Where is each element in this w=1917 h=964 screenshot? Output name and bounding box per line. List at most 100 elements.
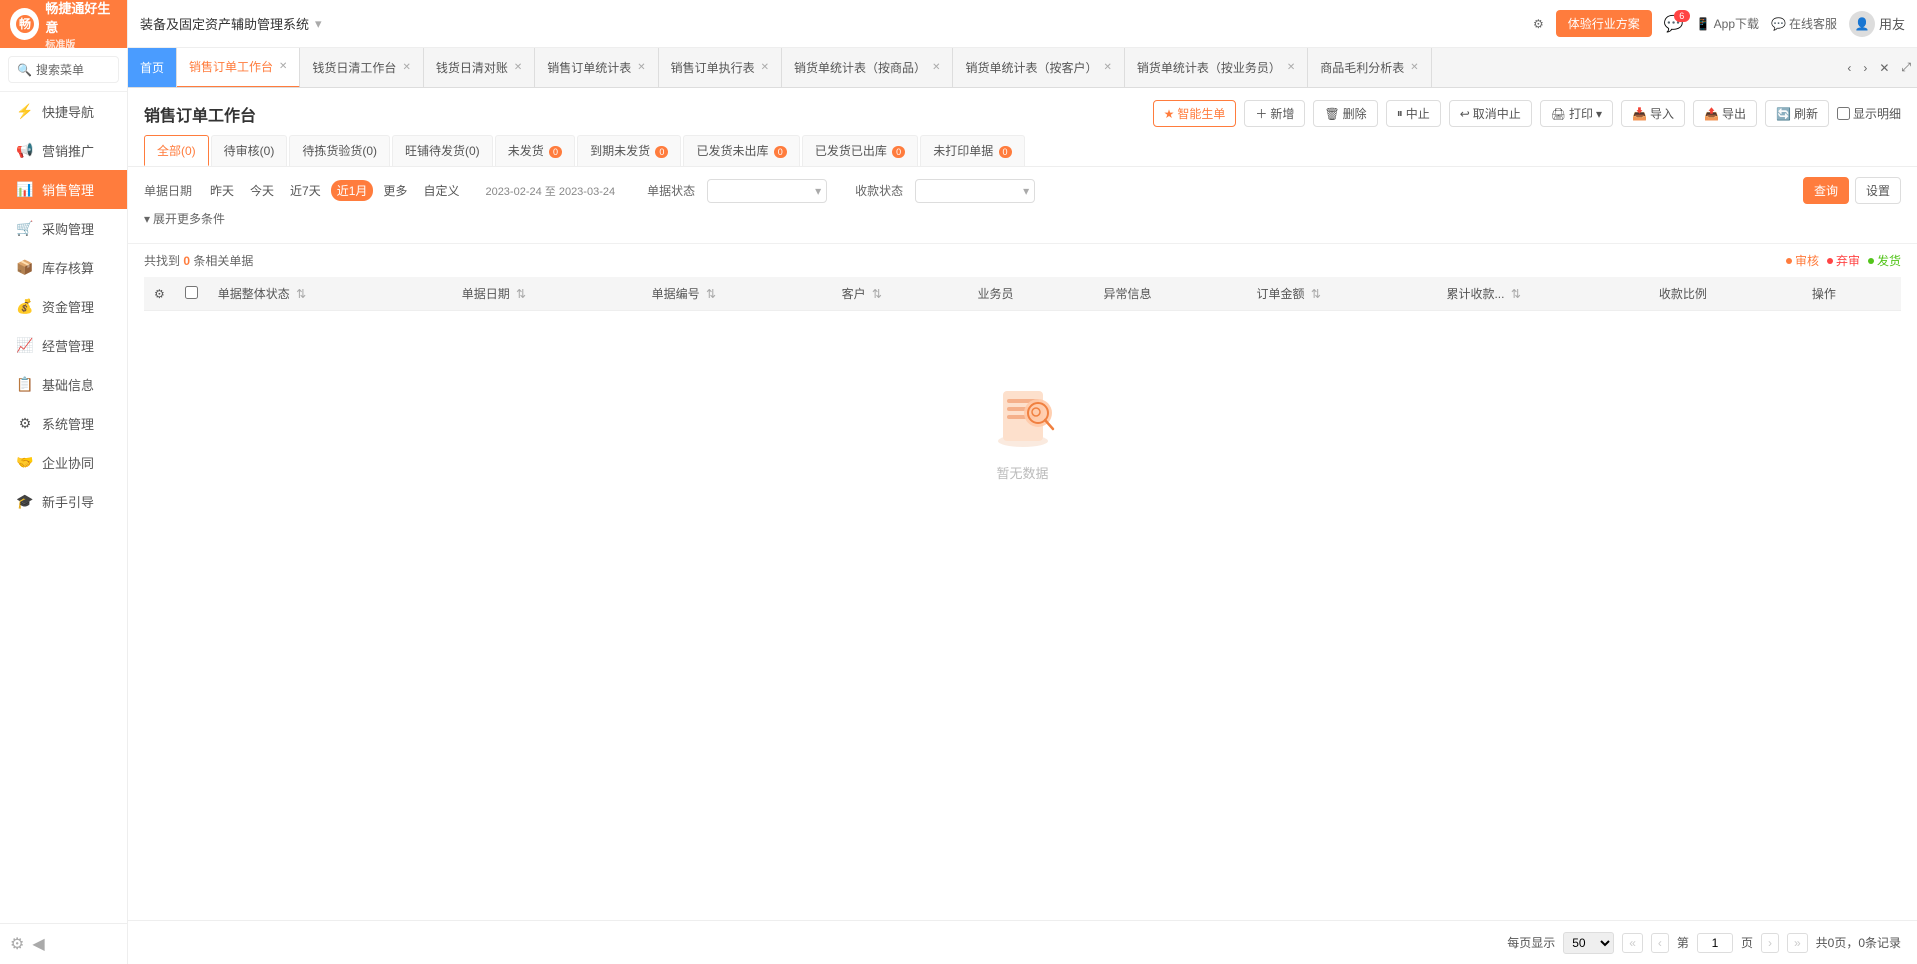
industry-solution-button[interactable]: 体验行业方案 bbox=[1556, 10, 1652, 37]
tab-cargo-stats-customer[interactable]: 销货单统计表（按客户） ✕ bbox=[953, 48, 1124, 88]
prev-page-button[interactable]: ‹ bbox=[1651, 933, 1669, 953]
tab-cargo-product-close[interactable]: ✕ bbox=[932, 62, 940, 73]
sidebar-item-finance[interactable]: 💰 资金管理 bbox=[0, 287, 127, 326]
status-select[interactable] bbox=[707, 179, 827, 203]
message-button[interactable]: 💬 6 bbox=[1664, 14, 1684, 34]
cancel-pause-button[interactable]: ↩ 取消中止 bbox=[1449, 100, 1532, 127]
batch-cancel-audit-button[interactable]: 弃审 bbox=[1827, 252, 1860, 269]
tab-sales-stats-close[interactable]: ✕ bbox=[637, 62, 645, 73]
column-settings-icon[interactable]: ⚙ bbox=[154, 287, 165, 301]
tab-cash-reconcile-close[interactable]: ✕ bbox=[514, 62, 522, 73]
tab-sales-stats[interactable]: 销售订单统计表 ✕ bbox=[535, 48, 658, 88]
date-btn-today[interactable]: 今天 bbox=[244, 180, 280, 201]
sidebar-item-enterprise[interactable]: 🤝 企业协同 bbox=[0, 443, 127, 482]
pause-button[interactable]: ⏸ 中止 bbox=[1386, 100, 1441, 127]
total-count: 0 bbox=[183, 254, 190, 268]
sidebar-item-sales[interactable]: 📊 销售管理 bbox=[0, 170, 127, 209]
tab-cargo-stats-product[interactable]: 销货单统计表（按商品） ✕ bbox=[782, 48, 953, 88]
expand-label: 展开更多条件 bbox=[153, 210, 225, 227]
tab-product-margin[interactable]: 商品毛利分析表 ✕ bbox=[1308, 48, 1431, 88]
col-order-date: 单据日期 ⇅ bbox=[452, 277, 642, 311]
enterprise-icon: 🤝 bbox=[16, 454, 34, 472]
smart-create-button[interactable]: ★ 智能生单 bbox=[1153, 100, 1237, 127]
subtab-not-printed[interactable]: 未打印单据 0 bbox=[920, 135, 1024, 166]
filter-row-2: ▾ 展开更多条件 bbox=[144, 210, 1901, 227]
subtab-shipped-out[interactable]: 已发货已出库 0 bbox=[802, 135, 918, 166]
tab-cargo-customer-close[interactable]: ✕ bbox=[1103, 62, 1111, 73]
ship-dot bbox=[1868, 258, 1874, 264]
subtab-wangpu-ship[interactable]: 旺铺待发货(0) bbox=[392, 135, 493, 166]
search-menu-label: 搜索菜单 bbox=[36, 61, 84, 78]
sidebar-item-quick-nav[interactable]: ⚡ 快捷导航 bbox=[0, 92, 127, 131]
collapse-sidebar-button[interactable]: ◀ bbox=[32, 934, 44, 954]
date-btn-more[interactable]: 更多 bbox=[377, 180, 413, 201]
print-button[interactable]: 🖨 打印 ▾ bbox=[1540, 100, 1613, 127]
settings-icon-button[interactable]: ⚙ bbox=[1533, 17, 1544, 31]
refresh-button[interactable]: 🔄 刷新 bbox=[1765, 100, 1829, 127]
sidebar-item-operation[interactable]: 📈 经营管理 bbox=[0, 326, 127, 365]
subtab-pending-review[interactable]: 待审核(0) bbox=[211, 135, 288, 166]
tab-sales-order-close[interactable]: ✕ bbox=[279, 61, 287, 72]
tab-scroll-right[interactable]: › bbox=[1857, 48, 1873, 88]
sidebar-item-label-sales: 销售管理 bbox=[42, 180, 94, 199]
select-all-checkbox[interactable] bbox=[185, 286, 198, 299]
date-btn-custom[interactable]: 自定义 bbox=[417, 180, 465, 201]
sidebar-item-purchase[interactable]: 🛒 采购管理 bbox=[0, 209, 127, 248]
add-button[interactable]: ＋ 新增 bbox=[1244, 100, 1305, 127]
last-page-button[interactable]: » bbox=[1787, 933, 1808, 953]
date-btn-yesterday[interactable]: 昨天 bbox=[204, 180, 240, 201]
subtab-pending-inspect[interactable]: 待拣货验货(0) bbox=[289, 135, 390, 166]
subtab-all[interactable]: 全部(0) bbox=[144, 135, 209, 166]
batch-ship-button[interactable]: 发货 bbox=[1868, 252, 1901, 269]
online-service-button[interactable]: 💬 在线客服 bbox=[1771, 15, 1837, 32]
tab-sales-exec[interactable]: 销售订单执行表 ✕ bbox=[659, 48, 782, 88]
page-number-input[interactable] bbox=[1697, 933, 1733, 953]
user-info[interactable]: 👤 用友 bbox=[1849, 11, 1905, 37]
first-page-button[interactable]: « bbox=[1622, 933, 1643, 953]
export-button[interactable]: 📤 导出 bbox=[1693, 100, 1757, 127]
tab-product-margin-close[interactable]: ✕ bbox=[1410, 62, 1418, 73]
date-btn-1month[interactable]: 近1月 bbox=[331, 180, 374, 201]
sidebar-item-marketing[interactable]: 📢 营销推广 bbox=[0, 131, 127, 170]
filter-settings-button[interactable]: 设置 bbox=[1855, 177, 1901, 204]
sidebar-item-system[interactable]: ⚙ 系统管理 bbox=[0, 404, 127, 443]
tab-maximize[interactable]: ⤢ bbox=[1895, 48, 1917, 88]
tab-cargo-staff-close[interactable]: ✕ bbox=[1287, 62, 1295, 73]
sidebar-item-basic[interactable]: 📋 基础信息 bbox=[0, 365, 127, 404]
sidebar-item-label-guide: 新手引导 bbox=[42, 492, 94, 511]
tab-close-all[interactable]: ✕ bbox=[1873, 48, 1895, 88]
tab-cash-daily-close[interactable]: ✕ bbox=[402, 62, 410, 73]
tab-scroll-left[interactable]: ‹ bbox=[1841, 48, 1857, 88]
tab-sales-order-workbench[interactable]: 销售订单工作台 ✕ bbox=[177, 48, 300, 88]
batch-audit-button[interactable]: 审核 bbox=[1786, 252, 1819, 269]
col-customer: 客户 ⇅ bbox=[832, 277, 968, 311]
tab-cash-reconcile[interactable]: 钱货日清对账 ✕ bbox=[424, 48, 535, 88]
expand-filter-button[interactable]: ▾ 展开更多条件 bbox=[144, 210, 225, 227]
cancel-label: 弃审 bbox=[1836, 252, 1860, 269]
search-menu-button[interactable]: 🔍 搜索菜单 bbox=[8, 56, 119, 83]
subtab-shipped-not-out[interactable]: 已发货未出库 0 bbox=[683, 135, 799, 166]
delete-button[interactable]: 🗑 删除 bbox=[1313, 100, 1377, 127]
settings-footer-button[interactable]: ⚙ bbox=[10, 934, 24, 954]
subtab-not-shipped[interactable]: 未发货 0 bbox=[495, 135, 575, 166]
sidebar-item-guide[interactable]: 🎓 新手引导 bbox=[0, 482, 127, 521]
date-btn-7days[interactable]: 近7天 bbox=[284, 180, 327, 201]
show-details-checkbox[interactable] bbox=[1837, 107, 1850, 120]
quick-nav-icon: ⚡ bbox=[16, 103, 34, 121]
tab-sales-exec-close[interactable]: ✕ bbox=[761, 62, 769, 73]
payment-select[interactable] bbox=[915, 179, 1035, 203]
search-button[interactable]: 查询 bbox=[1803, 177, 1849, 204]
tab-cash-daily[interactable]: 钱货日清工作台 ✕ bbox=[300, 48, 423, 88]
per-page-select[interactable]: 10 20 50 100 bbox=[1563, 932, 1614, 954]
topbar-actions: ⚙ 体验行业方案 💬 6 📱 App下载 💬 在线客服 👤 用友 bbox=[1533, 10, 1905, 37]
sidebar-item-inventory[interactable]: 📦 库存核算 bbox=[0, 248, 127, 287]
tab-home[interactable]: 首页 bbox=[128, 48, 177, 88]
tab-cargo-stats-staff[interactable]: 销货单统计表（按业务员） ✕ bbox=[1125, 48, 1308, 88]
app-download-button[interactable]: 📱 App下载 bbox=[1696, 15, 1759, 32]
smart-create-label: 智能生单 bbox=[1177, 105, 1225, 122]
subtab-expired-not-shipped[interactable]: 到期未发货 0 bbox=[577, 135, 681, 166]
show-details-label[interactable]: 显示明细 bbox=[1837, 105, 1901, 122]
import-button[interactable]: 📥 导入 bbox=[1621, 100, 1685, 127]
next-page-button[interactable]: › bbox=[1761, 933, 1779, 953]
sidebar-footer: ⚙ ◀ bbox=[0, 923, 127, 964]
